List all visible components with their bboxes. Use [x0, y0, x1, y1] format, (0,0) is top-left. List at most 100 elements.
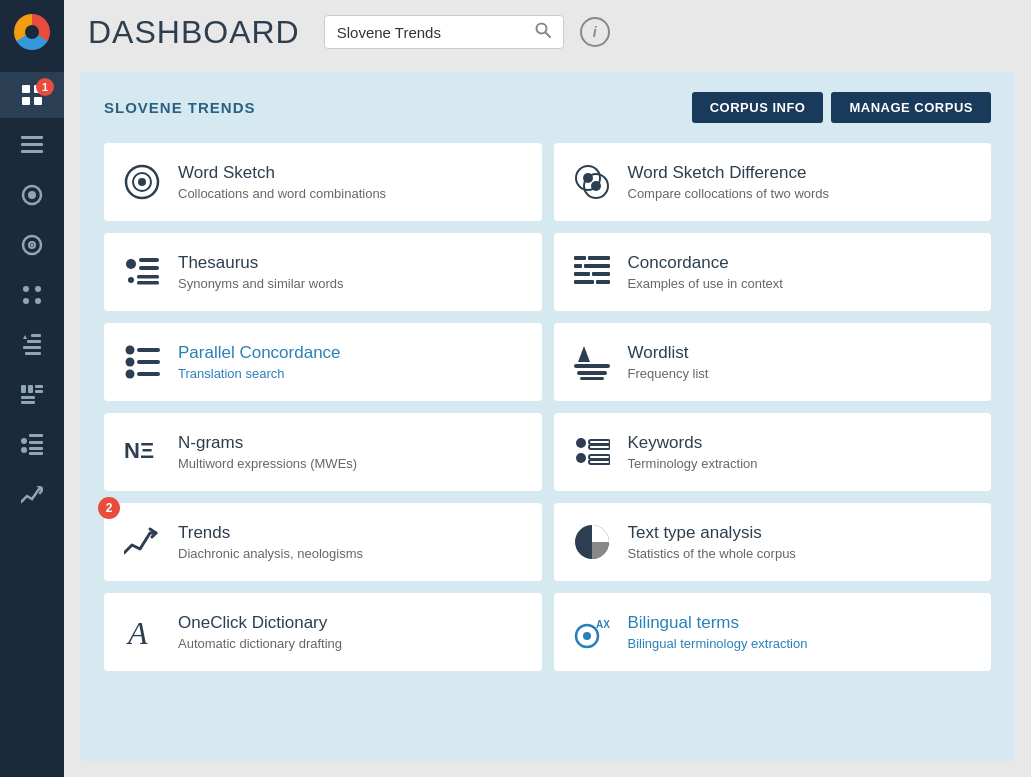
tool-name-word-sketch: Word Sketch	[178, 163, 524, 183]
keywords-icon	[572, 432, 612, 472]
svg-rect-69	[589, 445, 610, 449]
svg-rect-25	[21, 396, 35, 399]
tool-info-bilingual: Bilingual terms Bilingual terminology ex…	[628, 613, 974, 651]
svg-point-58	[126, 358, 135, 367]
tool-card-ngrams[interactable]: NΞ N-grams Multiword expressions (MWEs)	[104, 413, 542, 491]
sidebar-nav: 1	[0, 72, 64, 518]
svg-point-14	[35, 286, 41, 292]
sidebar-item-ws[interactable]	[0, 222, 64, 268]
sidebar-item-grid[interactable]: 1	[0, 72, 64, 118]
sidebar-item-wordlist[interactable]	[0, 322, 64, 368]
svg-marker-20	[23, 335, 27, 339]
tool-name-keywords: Keywords	[628, 433, 974, 453]
svg-rect-16	[31, 334, 41, 337]
tool-name-ngrams: N-grams	[178, 433, 524, 453]
tool-info-wsd: Word Sketch Difference Compare collocati…	[628, 163, 974, 201]
sidebar-item-trends[interactable]	[0, 472, 64, 518]
page-title: DASHBOARD	[88, 14, 300, 51]
svg-rect-72	[589, 460, 610, 464]
manage-corpus-button[interactable]: MANAGE CORPUS	[831, 92, 991, 123]
svg-rect-53	[592, 272, 610, 276]
panel-title: SLOVENE TRENDS	[104, 99, 256, 116]
svg-text:A: A	[126, 615, 148, 650]
svg-point-41	[591, 181, 601, 191]
svg-point-56	[126, 346, 135, 355]
svg-rect-6	[21, 150, 43, 153]
svg-point-15	[35, 298, 41, 304]
svg-rect-64	[577, 371, 607, 375]
panel-buttons: CORPUS INFO MANAGE CORPUS	[692, 92, 991, 123]
svg-rect-44	[139, 266, 159, 270]
tool-desc-ngrams: Multiword expressions (MWEs)	[178, 456, 524, 471]
svg-text:AX: AX	[596, 619, 610, 630]
tool-desc-oneclick: Automatic dictionary drafting	[178, 636, 524, 651]
trends-icon	[122, 522, 162, 562]
svg-rect-49	[588, 256, 610, 260]
header: DASHBOARD i	[64, 0, 1031, 64]
tool-card-bilingual[interactable]: AX Bilingual terms Bilingual terminology…	[554, 593, 992, 671]
corpus-info-button[interactable]: CORPUS INFO	[692, 92, 824, 123]
svg-point-60	[126, 370, 135, 379]
tool-desc-concordance: Examples of use in context	[628, 276, 974, 291]
svg-rect-18	[23, 346, 41, 349]
tool-name-concordance: Concordance	[628, 253, 974, 273]
sidebar-item-ngrams[interactable]	[0, 372, 64, 418]
search-button[interactable]	[535, 22, 551, 42]
tool-card-word-sketch[interactable]: Word Sketch Collocations and word combin…	[104, 143, 542, 221]
sidebar-item-parallel[interactable]	[0, 272, 64, 318]
svg-rect-50	[574, 264, 582, 268]
tool-info-parallel: Parallel Concordance Translation search	[178, 343, 524, 381]
tool-card-parallel[interactable]: Parallel Concordance Translation search	[104, 323, 542, 401]
tool-info-word-sketch: Word Sketch Collocations and word combin…	[178, 163, 524, 201]
svg-rect-52	[574, 272, 590, 276]
concordance-icon	[572, 252, 612, 292]
tool-info-keywords: Keywords Terminology extraction	[628, 433, 974, 471]
svg-rect-61	[137, 372, 160, 376]
svg-rect-26	[21, 401, 35, 404]
tool-card-trends[interactable]: 2 Trends Diachronic analysis, neologisms	[104, 503, 542, 581]
svg-line-34	[545, 33, 550, 38]
tool-card-wsd[interactable]: Word Sketch Difference Compare collocati…	[554, 143, 992, 221]
tool-card-keywords[interactable]: Keywords Terminology extraction	[554, 413, 992, 491]
search-input[interactable]	[337, 24, 527, 41]
svg-rect-55	[596, 280, 610, 284]
sidebar-item-concordance[interactable]	[0, 172, 64, 218]
main-content: DASHBOARD i SLOVENE TRENDS CORPUS INFO M…	[64, 0, 1031, 777]
tool-card-text-type[interactable]: Text type analysis Statistics of the who…	[554, 503, 992, 581]
svg-point-42	[126, 259, 136, 269]
svg-point-37	[138, 178, 146, 186]
svg-rect-3	[34, 97, 42, 105]
svg-marker-62	[578, 346, 590, 362]
svg-rect-46	[137, 275, 159, 279]
sidebar-item-keywords[interactable]	[0, 422, 64, 468]
sidebar-item-list[interactable]	[0, 122, 64, 168]
tool-desc-keywords: Terminology extraction	[628, 456, 974, 471]
dashboard-panel: SLOVENE TRENDS CORPUS INFO MANAGE CORPUS…	[80, 72, 1015, 761]
word-sketch-icon	[122, 162, 162, 202]
info-button[interactable]: i	[580, 17, 610, 47]
tool-desc-thesaurus: Synonyms and similar words	[178, 276, 524, 291]
svg-point-70	[576, 453, 586, 463]
tool-info-trends: Trends Diachronic analysis, neologisms	[178, 523, 524, 561]
logo[interactable]	[0, 0, 64, 64]
tool-card-oneclick[interactable]: A OneClick Dictionary Automatic dictiona…	[104, 593, 542, 671]
tool-card-concordance[interactable]: Concordance Examples of use in context	[554, 233, 992, 311]
tool-desc-word-sketch: Collocations and word combinations	[178, 186, 524, 201]
svg-rect-43	[139, 258, 159, 262]
panel-header: SLOVENE TRENDS CORPUS INFO MANAGE CORPUS	[104, 92, 991, 123]
tool-info-thesaurus: Thesaurus Synonyms and similar words	[178, 253, 524, 291]
wsd-icon	[572, 162, 612, 202]
trends-badge: 2	[98, 497, 120, 519]
tool-name-parallel: Parallel Concordance	[178, 343, 524, 363]
tool-name-wordlist: Wordlist	[628, 343, 974, 363]
tool-info-wordlist: Wordlist Frequency list	[628, 343, 974, 381]
tool-card-thesaurus[interactable]: Thesaurus Synonyms and similar words	[104, 233, 542, 311]
svg-rect-71	[589, 455, 610, 459]
tool-card-wordlist[interactable]: Wordlist Frequency list	[554, 323, 992, 401]
svg-point-76	[583, 632, 591, 640]
tool-name-text-type: Text type analysis	[628, 523, 974, 543]
tool-name-bilingual: Bilingual terms	[628, 613, 974, 633]
tool-info-concordance: Concordance Examples of use in context	[628, 253, 974, 291]
svg-rect-0	[22, 85, 30, 93]
oneclick-icon: A	[122, 612, 162, 652]
